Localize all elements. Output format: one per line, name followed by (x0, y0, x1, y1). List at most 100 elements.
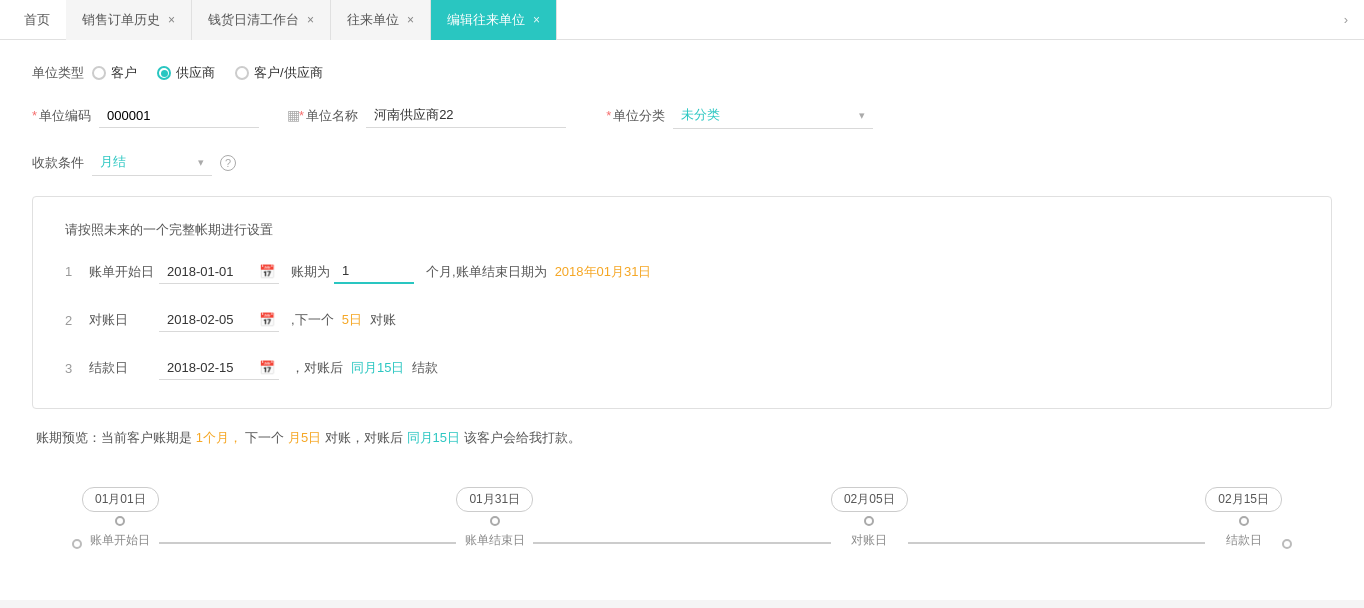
timeline-point-3: 02月05日 对账日 (831, 487, 908, 549)
payment-date-calendar-icon[interactable]: 📅 (255, 360, 279, 375)
unit-category-arrow-icon: ▾ (859, 109, 865, 122)
timeline-dot-4 (1239, 516, 1249, 526)
radio-supplier-label: 供应商 (176, 64, 215, 82)
preview-prefix: 账期预览：当前客户账期是 (36, 430, 192, 445)
unit-code-group: * 单位编码 ▦ (32, 104, 259, 128)
timeline-dot-1 (115, 516, 125, 526)
timeline-wrap: 01月01日 账单开始日 01月31日 账单结束日 02月05日 (32, 471, 1332, 549)
payment-terms-select[interactable]: 月结 ▾ (92, 149, 212, 176)
period-num-1: 1 (65, 264, 89, 279)
tabs-bar: 首页 销售订单历史 × 钱货日清工作台 × 往来单位 × 编辑往来单位 × › (0, 0, 1364, 40)
period-desc-prefix-3: ，对账后 (291, 359, 343, 377)
preview-mid2: 对账，对账后 (325, 430, 403, 445)
payment-date-input[interactable] (159, 356, 255, 379)
main-content: 单位类型 客户 供应商 客户/供应商 * 单位编码 ▦ (0, 40, 1364, 600)
timeline-segment-1 (159, 542, 457, 544)
timeline-segment-2 (533, 542, 831, 544)
close-partner-units-icon[interactable]: × (407, 13, 414, 27)
tab-edit-partner-unit-label: 编辑往来单位 (447, 11, 525, 29)
reconcile-date-input-wrap: 📅 (159, 308, 279, 332)
timeline-date-1: 01月01日 (82, 487, 159, 512)
period-label-2: 对账日 (89, 311, 159, 329)
unit-type-row: 单位类型 客户 供应商 客户/供应商 (32, 64, 1332, 82)
tab-edit-partner-unit[interactable]: 编辑往来单位 × (431, 0, 557, 40)
start-date-input[interactable] (159, 260, 255, 283)
months-input[interactable] (334, 259, 414, 284)
preview-text: 账期预览：当前客户账期是 1个月， 下一个 月5日 对账，对账后 同月15日 该… (32, 429, 1332, 447)
payment-terms-row: 收款条件 月结 ▾ ? (32, 149, 1332, 176)
timeline-end-dot (1282, 539, 1292, 549)
tabs-more-arrow[interactable]: › (1336, 12, 1356, 27)
unit-category-label: 单位分类 (613, 107, 665, 125)
payment-highlight: 同月15日 (351, 359, 404, 377)
radio-customer-supplier[interactable]: 客户/供应商 (235, 64, 323, 82)
radio-customer-label: 客户 (111, 64, 137, 82)
payment-terms-value: 月结 (100, 153, 198, 171)
unit-info-row: * 单位编码 ▦ * 单位名称 * 单位分类 未分类 ▾ (32, 102, 1332, 129)
unit-name-input[interactable] (366, 104, 566, 128)
radio-customer[interactable]: 客户 (92, 64, 137, 82)
timeline-date-4: 02月15日 (1205, 487, 1282, 512)
radio-supplier[interactable]: 供应商 (157, 64, 215, 82)
period-desc-prefix-1: 账期为 (291, 263, 330, 281)
timeline-name-1: 账单开始日 (90, 532, 150, 549)
unit-code-label: 单位编码 (39, 107, 91, 125)
period-desc-suffix-3: 结款 (412, 359, 438, 377)
payment-terms-help-icon[interactable]: ? (220, 155, 236, 171)
timeline-date-2: 01月31日 (456, 487, 533, 512)
radio-customer-circle (92, 66, 106, 80)
reconcile-date-calendar-icon[interactable]: 📅 (255, 312, 279, 327)
period-row-3: 3 结款日 📅 ，对账后 同月15日 结款 (65, 356, 1299, 380)
timeline-point-1: 01月01日 账单开始日 (82, 487, 159, 549)
unit-category-star: * (606, 108, 611, 123)
tab-partner-units[interactable]: 往来单位 × (331, 0, 431, 40)
period-desc-suffix-1: 个月,账单结束日期为 (426, 263, 547, 281)
period-label-1: 账单开始日 (89, 263, 159, 281)
timeline-name-2: 账单结束日 (465, 532, 525, 549)
unit-name-star: * (299, 108, 304, 123)
unit-code-star: * (32, 108, 37, 123)
unit-code-input[interactable] (99, 104, 283, 127)
period-title: 请按照未来的一个完整帐期进行设置 (65, 221, 1299, 239)
radio-supplier-circle (157, 66, 171, 80)
close-cash-clearing-icon[interactable]: × (307, 13, 314, 27)
unit-type-radio-group: 客户 供应商 客户/供应商 (92, 64, 323, 82)
payment-date-input-wrap: 📅 (159, 356, 279, 380)
unit-name-label: 单位名称 (306, 107, 358, 125)
tab-sales-order-history-label: 销售订单历史 (82, 11, 160, 29)
close-sales-order-history-icon[interactable]: × (168, 13, 175, 27)
close-edit-partner-unit-icon[interactable]: × (533, 13, 540, 27)
timeline-start-dot (72, 539, 82, 549)
payment-terms-arrow-icon: ▾ (198, 156, 204, 169)
radio-customer-supplier-label: 客户/供应商 (254, 64, 323, 82)
preview-mid1: 下一个 (245, 430, 284, 445)
reconcile-date-input[interactable] (159, 308, 255, 331)
period-settings-box: 请按照未来的一个完整帐期进行设置 1 账单开始日 📅 账期为 个月,账单结束日期… (32, 196, 1332, 409)
start-date-calendar-icon[interactable]: 📅 (255, 264, 279, 279)
timeline-name-3: 对账日 (851, 532, 887, 549)
period-desc-suffix-2: 对账 (370, 311, 396, 329)
tab-cash-clearing-label: 钱货日清工作台 (208, 11, 299, 29)
period-num-2: 2 (65, 313, 89, 328)
period-row-1: 1 账单开始日 📅 账期为 个月,账单结束日期为 2018年01月31日 (65, 259, 1299, 284)
period-end-date-highlight: 2018年01月31日 (555, 263, 652, 281)
preview-highlight3: 同月15日 (407, 430, 460, 445)
tab-cash-clearing[interactable]: 钱货日清工作台 × (192, 0, 331, 40)
tab-home[interactable]: 首页 (8, 0, 66, 40)
timeline-date-3: 02月05日 (831, 487, 908, 512)
unit-category-group: * 单位分类 未分类 ▾ (606, 102, 873, 129)
tab-partner-units-label: 往来单位 (347, 11, 399, 29)
timeline-dot-2 (490, 516, 500, 526)
timeline-point-2: 01月31日 账单结束日 (456, 487, 533, 549)
payment-terms-label: 收款条件 (32, 154, 84, 172)
timeline-segment-3 (908, 542, 1206, 544)
preview-suffix: 该客户会给我打款。 (464, 430, 581, 445)
period-row-2: 2 对账日 📅 ,下一个 5日 对账 (65, 308, 1299, 332)
period-desc-prefix-2: ,下一个 (291, 311, 334, 329)
unit-type-label: 单位类型 (32, 64, 84, 82)
unit-category-select[interactable]: 未分类 ▾ (673, 102, 873, 129)
unit-category-value: 未分类 (681, 106, 859, 124)
timeline-dot-3 (864, 516, 874, 526)
tab-sales-order-history[interactable]: 销售订单历史 × (66, 0, 192, 40)
period-num-3: 3 (65, 361, 89, 376)
